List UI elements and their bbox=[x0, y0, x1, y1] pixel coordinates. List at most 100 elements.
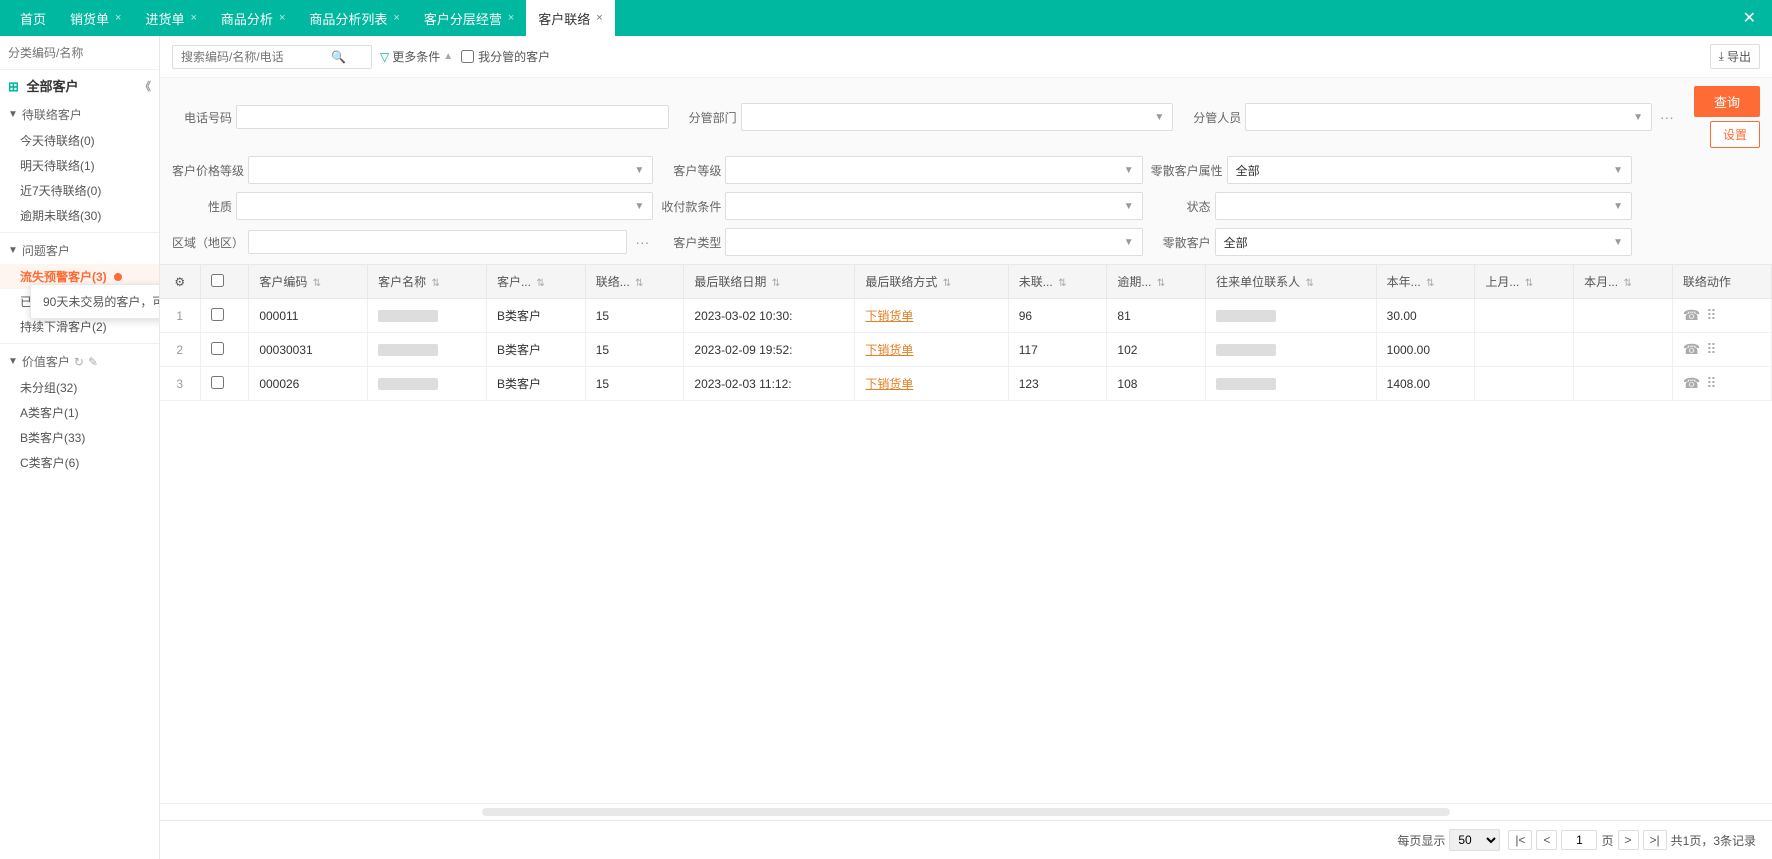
select-all-checkbox[interactable] bbox=[211, 274, 224, 287]
region-more-icon[interactable]: ··· bbox=[631, 234, 653, 250]
col-last-contact-date[interactable]: 最后联络日期 ⇅ bbox=[684, 265, 855, 299]
scrollbar-thumb[interactable] bbox=[482, 808, 1449, 816]
sidebar-item-class-a[interactable]: A类客户(1) bbox=[0, 400, 159, 425]
phone-action-icon[interactable]: ☎ bbox=[1683, 341, 1700, 358]
cell-last-contact-method[interactable]: 下销货单 bbox=[855, 367, 1008, 401]
col-last-contact-method[interactable]: 最后联络方式 ⇅ bbox=[855, 265, 1008, 299]
search-input[interactable] bbox=[181, 50, 331, 64]
sidebar-search-input[interactable] bbox=[8, 46, 160, 60]
sidebar-item-ungrouped[interactable]: 未分组(32) bbox=[0, 375, 159, 400]
sort-thisyear-icon: ⇅ bbox=[1426, 278, 1434, 289]
cell-checkbox[interactable] bbox=[200, 299, 249, 333]
col-last-month[interactable]: 上月... ⇅ bbox=[1475, 265, 1574, 299]
nav-tab-analysis-list[interactable]: 商品分析列表 × bbox=[297, 0, 411, 36]
sidebar-group-pending[interactable]: ▼ 待联络客户 bbox=[0, 101, 159, 128]
last-page-button[interactable]: >| bbox=[1643, 830, 1667, 850]
col-type[interactable]: 客户... ⇅ bbox=[486, 265, 585, 299]
my-customer-toggle[interactable]: 我分管的客户 bbox=[461, 48, 550, 65]
page-number-input[interactable] bbox=[1561, 830, 1597, 850]
row-checkbox-1[interactable] bbox=[211, 342, 224, 355]
dept-select[interactable]: ▼ bbox=[741, 103, 1174, 131]
nature-select[interactable]: ▼ bbox=[236, 192, 653, 220]
nav-tab-sales[interactable]: 销货单 × bbox=[58, 0, 133, 36]
nav-tab-home[interactable]: 首页 bbox=[8, 0, 58, 36]
customer-type-select[interactable]: ▼ bbox=[725, 228, 1142, 256]
export-button[interactable]: ⤓ 导出 bbox=[1710, 44, 1760, 69]
phone-input[interactable] bbox=[236, 105, 669, 129]
sidebar-item-class-b[interactable]: B类客户(33) bbox=[0, 425, 159, 450]
col-contact2[interactable]: 往来单位联系人 ⇅ bbox=[1206, 265, 1377, 299]
sidebar-group-problem[interactable]: ▼ 问题客户 bbox=[0, 237, 159, 264]
more-filter-button[interactable]: ▽ 更多条件 ▲ bbox=[380, 48, 453, 65]
nav-tab-analysis[interactable]: 商品分析 × bbox=[209, 0, 297, 36]
phone-action-icon[interactable]: ☎ bbox=[1683, 307, 1700, 324]
col-overdue[interactable]: 逾期... ⇅ bbox=[1107, 265, 1206, 299]
gear-icon[interactable]: ⚙ bbox=[174, 275, 185, 289]
close-window-button[interactable]: ✕ bbox=[1735, 8, 1764, 28]
action-buttons: 查询 设置 bbox=[1694, 86, 1760, 148]
prev-page-button[interactable]: < bbox=[1536, 830, 1557, 850]
collapse-icon: 《 bbox=[140, 78, 151, 94]
first-page-button[interactable]: |< bbox=[1508, 830, 1532, 850]
filter-customer-level: 客户等级 ▼ bbox=[661, 156, 1142, 184]
col-this-year[interactable]: 本年... ⇅ bbox=[1376, 265, 1475, 299]
manager-more-icon[interactable]: ··· bbox=[1656, 109, 1678, 125]
retail-customer-select[interactable]: 全部 ▼ bbox=[1215, 228, 1632, 256]
close-sales-tab[interactable]: × bbox=[115, 12, 121, 24]
payment-select[interactable]: ▼ bbox=[725, 192, 1142, 220]
cell-contact2 bbox=[1206, 333, 1377, 367]
cell-checkbox[interactable] bbox=[200, 333, 249, 367]
nav-tab-purchase[interactable]: 进货单 × bbox=[133, 0, 208, 36]
close-contact-tab[interactable]: × bbox=[596, 12, 602, 24]
status-select[interactable]: ▼ bbox=[1215, 192, 1632, 220]
customer-level-select[interactable]: ▼ bbox=[725, 156, 1142, 184]
phone-label: 电话号码 bbox=[172, 109, 232, 126]
search-button[interactable]: 🔍 bbox=[331, 50, 346, 64]
my-customer-checkbox[interactable] bbox=[461, 50, 474, 63]
close-purchase-tab[interactable]: × bbox=[190, 12, 196, 24]
nature-label: 性质 bbox=[172, 198, 232, 215]
region-input[interactable] bbox=[248, 230, 627, 254]
sidebar-group-value[interactable]: ▼ 价值客户 ↻ ✎ bbox=[0, 348, 159, 375]
filter-row-1: 电话号码 分管部门 ▼ 分管人员 ▼ ··· bbox=[172, 86, 1760, 148]
horizontal-scrollbar[interactable] bbox=[160, 803, 1772, 820]
nav-tab-customer-contact[interactable]: 客户联络 × bbox=[526, 0, 614, 36]
sidebar-item-overdue[interactable]: 逾期未联络(30) bbox=[0, 203, 159, 228]
manager-select[interactable]: ▼ bbox=[1245, 103, 1652, 131]
sidebar-item-class-c[interactable]: C类客户(6) bbox=[0, 450, 159, 475]
settings-button[interactable]: 设置 bbox=[1710, 121, 1760, 148]
col-gear[interactable]: ⚙ bbox=[160, 265, 200, 299]
cell-last-contact-method[interactable]: 下销货单 bbox=[855, 299, 1008, 333]
sidebar-item-tomorrow[interactable]: 明天待联络(1) bbox=[0, 153, 159, 178]
col-action: 联络动作 bbox=[1672, 265, 1771, 299]
page-size-select[interactable]: 50 100 200 bbox=[1449, 829, 1500, 851]
filter-icon: ▽ bbox=[380, 50, 389, 64]
col-this-month[interactable]: 本月... ⇅ bbox=[1574, 265, 1673, 299]
row-checkbox-0[interactable] bbox=[211, 308, 224, 321]
phone-action-icon[interactable]: ☎ bbox=[1683, 375, 1700, 392]
query-button[interactable]: 查询 bbox=[1694, 86, 1760, 117]
edit-icon[interactable]: ✎ bbox=[88, 355, 98, 369]
sidebar-all-customers[interactable]: ⊞ 全部客户 《 bbox=[0, 70, 159, 101]
sidebar-item-7days[interactable]: 近7天待联络(0) bbox=[0, 178, 159, 203]
more-action-icon[interactable]: ⠿ bbox=[1706, 375, 1716, 392]
more-action-icon[interactable]: ⠿ bbox=[1706, 341, 1716, 358]
price-level-select[interactable]: ▼ bbox=[248, 156, 653, 184]
col-uncontacted[interactable]: 未联... ⇅ bbox=[1008, 265, 1107, 299]
divider-2 bbox=[0, 343, 159, 344]
close-segment-tab[interactable]: × bbox=[508, 12, 514, 24]
nav-tab-customer-segment[interactable]: 客户分层经营 × bbox=[412, 0, 526, 36]
retail-attr-select[interactable]: 全部 ▼ bbox=[1227, 156, 1632, 184]
col-contact[interactable]: 联络... ⇅ bbox=[585, 265, 684, 299]
row-checkbox-2[interactable] bbox=[211, 376, 224, 389]
cell-checkbox[interactable] bbox=[200, 367, 249, 401]
col-code[interactable]: 客户编码 ⇅ bbox=[249, 265, 368, 299]
col-name[interactable]: 客户名称 ⇅ bbox=[368, 265, 487, 299]
refresh-icon[interactable]: ↻ bbox=[74, 355, 84, 369]
close-analysis-tab[interactable]: × bbox=[279, 12, 285, 24]
next-page-button[interactable]: > bbox=[1618, 830, 1639, 850]
cell-last-contact-method[interactable]: 下销货单 bbox=[855, 333, 1008, 367]
more-action-icon[interactable]: ⠿ bbox=[1706, 307, 1716, 324]
close-analysis-list-tab[interactable]: × bbox=[393, 12, 399, 24]
sidebar-item-today[interactable]: 今天待联络(0) bbox=[0, 128, 159, 153]
